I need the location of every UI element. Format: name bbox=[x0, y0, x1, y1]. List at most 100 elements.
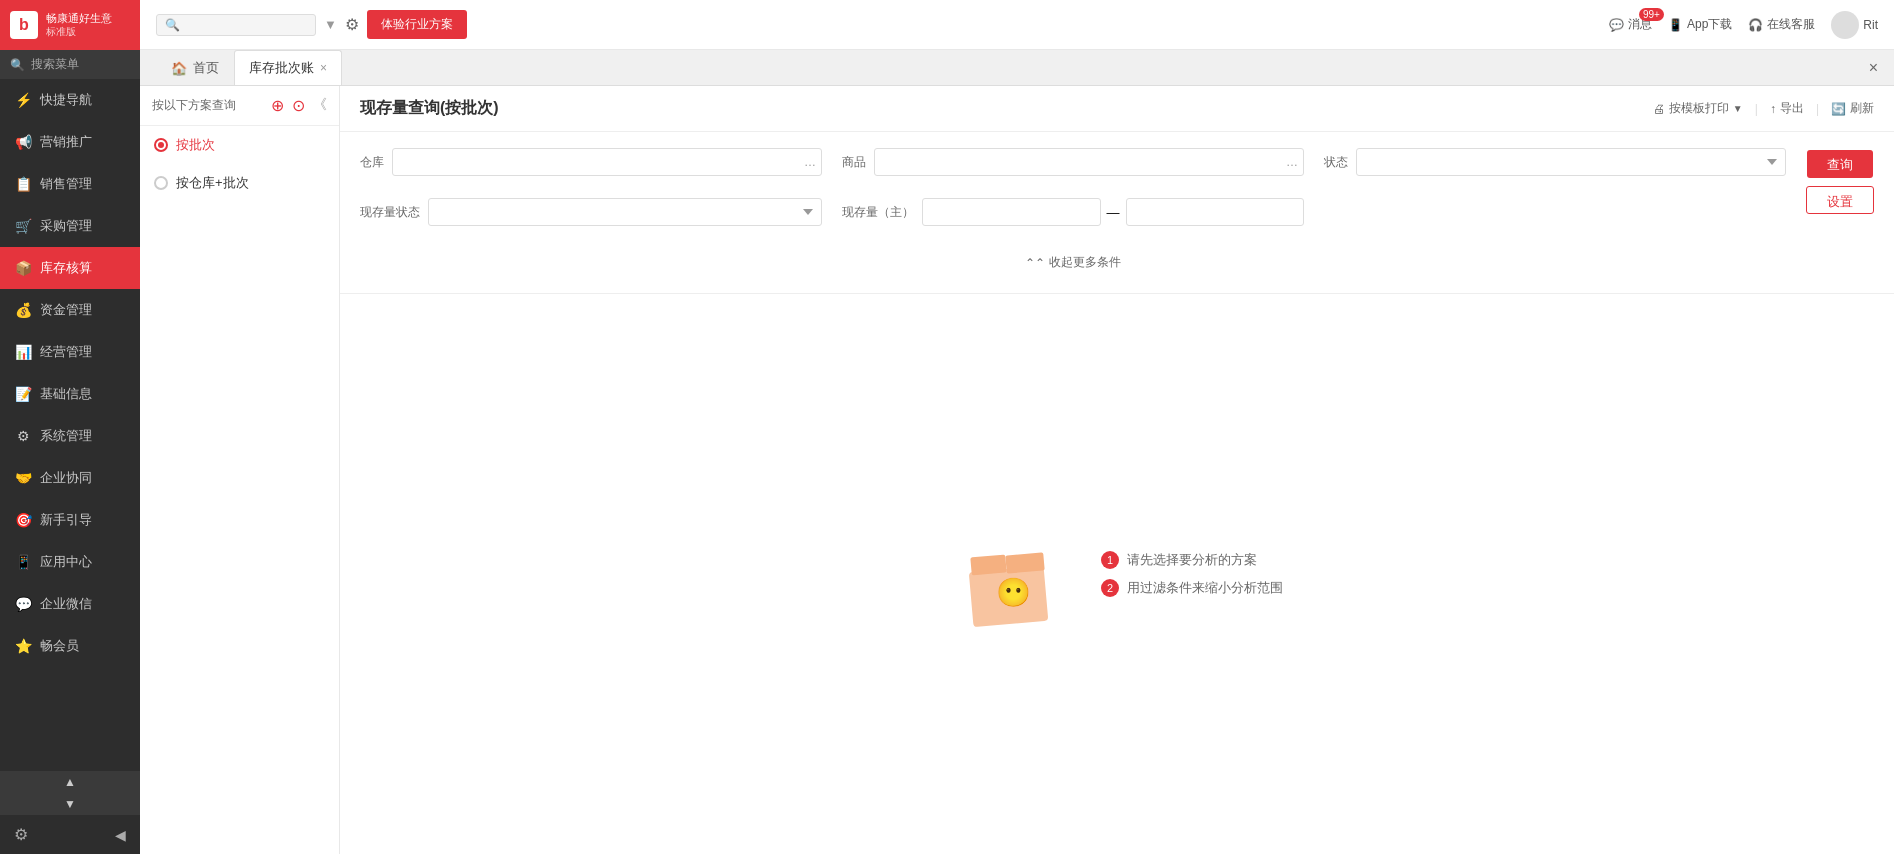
top-search-area[interactable]: 🔍 bbox=[156, 14, 316, 36]
sidebar-item-label: 销售管理 bbox=[40, 175, 92, 193]
add-filter-icon[interactable]: ⊕ bbox=[271, 96, 284, 115]
filter-item-batch[interactable]: 按批次 bbox=[140, 126, 339, 164]
action-divider2: | bbox=[1816, 102, 1819, 116]
tab-panel-close-btn[interactable]: × bbox=[1869, 59, 1878, 77]
stock-amount-to[interactable] bbox=[1126, 198, 1305, 226]
sidebar-item-sales[interactable]: 📋 销售管理 bbox=[0, 163, 140, 205]
top-search-icon: 🔍 bbox=[165, 18, 180, 32]
sidebar-item-quicknav[interactable]: ⚡ 快捷导航 bbox=[0, 79, 140, 121]
refresh-icon: 🔄 bbox=[1831, 102, 1846, 116]
operations-icon: 📊 bbox=[14, 343, 32, 361]
wechat-icon: 💬 bbox=[14, 595, 32, 613]
message-badge: 99+ bbox=[1639, 8, 1664, 21]
filter-label-batch: 按批次 bbox=[176, 136, 215, 154]
experience-btn[interactable]: 体验行业方案 bbox=[367, 10, 467, 39]
print-action[interactable]: 🖨 按模板打印 ▼ bbox=[1653, 100, 1743, 117]
settings-icon[interactable]: ⚙ bbox=[14, 825, 28, 844]
empty-state: 😶 1 请先选择要分析的方案 2 用过滤条件来缩小分析范围 bbox=[340, 294, 1894, 854]
main-area: 🔍 ▼ ⚙ 体验行业方案 💬 消息 99+ 📱 App下载 🎧 在线客服 Ri bbox=[140, 0, 1894, 854]
enterprise-icon: 🤝 bbox=[14, 469, 32, 487]
sidebar-item-label: 营销推广 bbox=[40, 133, 92, 151]
radio-batch bbox=[154, 138, 168, 152]
goods-input-wrap: … bbox=[874, 148, 1304, 176]
basics-icon: 📝 bbox=[14, 385, 32, 403]
app-download-area[interactable]: 📱 App下载 bbox=[1668, 16, 1732, 33]
user-avatar bbox=[1831, 11, 1859, 39]
goods-input[interactable] bbox=[874, 148, 1304, 176]
empty-tips: 1 请先选择要分析的方案 2 用过滤条件来缩小分析范围 bbox=[1101, 551, 1283, 597]
status-select[interactable] bbox=[1356, 148, 1786, 176]
warehouse-dots-icon[interactable]: … bbox=[804, 155, 816, 169]
tab-inventory-batch[interactable]: 库存批次账 × bbox=[234, 50, 342, 85]
settings-filter-icon[interactable]: ⊙ bbox=[292, 96, 305, 115]
sidebar-item-marketing[interactable]: 📢 营销推广 bbox=[0, 121, 140, 163]
sidebar-item-label: 应用中心 bbox=[40, 553, 92, 571]
export-action[interactable]: ↑ 导出 bbox=[1770, 100, 1804, 117]
settings-btn[interactable]: 设置 bbox=[1806, 186, 1874, 214]
print-dropdown-icon[interactable]: ▼ bbox=[1733, 103, 1743, 114]
online-service-label: 在线客服 bbox=[1767, 16, 1815, 33]
sidebar-search[interactable]: 🔍 搜索菜单 bbox=[0, 50, 140, 79]
sidebar-item-enterprise[interactable]: 🤝 企业协同 bbox=[0, 457, 140, 499]
field-stock-status: 现存量状态 bbox=[360, 198, 822, 226]
sidebar-item-inventory[interactable]: 📦 库存核算 bbox=[0, 247, 140, 289]
collapse-conditions-btn[interactable]: ⌃⌃ 收起更多条件 bbox=[360, 248, 1786, 277]
page-titlebar: 现存量查询(按批次) 🖨 按模板打印 ▼ | ↑ 导出 | 🔄 bbox=[340, 86, 1894, 132]
sidebar-scroll-down[interactable]: ▼ bbox=[0, 793, 140, 815]
sidebar-item-label: 基础信息 bbox=[40, 385, 92, 403]
online-service-area[interactable]: 🎧 在线客服 bbox=[1748, 16, 1815, 33]
refresh-action[interactable]: 🔄 刷新 bbox=[1831, 100, 1874, 117]
form-row-1: 仓库 … 商品 … bbox=[360, 148, 1786, 176]
message-area[interactable]: 💬 消息 99+ bbox=[1609, 16, 1652, 33]
member-icon: ⭐ bbox=[14, 637, 32, 655]
goods-dots-icon[interactable]: … bbox=[1286, 155, 1298, 169]
main-content: 现存量查询(按批次) 🖨 按模板打印 ▼ | ↑ 导出 | 🔄 bbox=[340, 86, 1894, 854]
system-icon: ⚙ bbox=[14, 427, 32, 445]
sidebar-item-label: 畅会员 bbox=[40, 637, 79, 655]
collapse-up-icon: ⌃⌃ bbox=[1025, 256, 1045, 270]
collapse-sidebar-icon[interactable]: ◀ bbox=[115, 827, 126, 843]
range-dash: — bbox=[1107, 205, 1120, 220]
stock-amount-label: 现存量（主） bbox=[842, 204, 914, 221]
empty-tip-2: 2 用过滤条件来缩小分析范围 bbox=[1101, 579, 1283, 597]
collapse-filter-icon[interactable]: 《 bbox=[313, 96, 327, 115]
warehouse-input[interactable] bbox=[392, 148, 822, 176]
sidebar-item-member[interactable]: ⭐ 畅会员 bbox=[0, 625, 140, 667]
stock-amount-from[interactable] bbox=[922, 198, 1101, 226]
dropdown-arrow-icon[interactable]: ▼ bbox=[324, 17, 337, 32]
sidebar-item-label: 资金管理 bbox=[40, 301, 92, 319]
tab-active-label: 库存批次账 bbox=[249, 59, 314, 77]
headset-icon: 🎧 bbox=[1748, 18, 1763, 32]
form-row-2: 现存量状态 现存量（主） — bbox=[360, 198, 1786, 226]
stock-status-select[interactable] bbox=[428, 198, 822, 226]
search-btn[interactable]: 查询 bbox=[1807, 150, 1873, 178]
page-title: 现存量查询(按批次) bbox=[360, 98, 499, 119]
sidebar-item-wechat[interactable]: 💬 企业微信 bbox=[0, 583, 140, 625]
warehouse-input-wrap: … bbox=[392, 148, 822, 176]
export-label: 导出 bbox=[1780, 100, 1804, 117]
sidebar-item-basics[interactable]: 📝 基础信息 bbox=[0, 373, 140, 415]
sidebar-item-finance[interactable]: 💰 资金管理 bbox=[0, 289, 140, 331]
sidebar-scroll-up[interactable]: ▲ bbox=[0, 771, 140, 793]
sidebar-item-operations[interactable]: 📊 经营管理 bbox=[0, 331, 140, 373]
filter-label-warehouse-batch: 按仓库+批次 bbox=[176, 174, 249, 192]
purchase-icon: 🛒 bbox=[14, 217, 32, 235]
svg-rect-1 bbox=[970, 554, 1006, 575]
topbar-left: 🔍 ▼ ⚙ 体验行业方案 bbox=[156, 10, 1597, 39]
gear-icon[interactable]: ⚙ bbox=[345, 15, 359, 34]
sidebar-item-appstore[interactable]: 📱 应用中心 bbox=[0, 541, 140, 583]
user-area[interactable]: Rit bbox=[1831, 11, 1878, 39]
field-goods: 商品 … bbox=[842, 148, 1304, 176]
stock-status-label: 现存量状态 bbox=[360, 204, 420, 221]
filter-item-warehouse-batch[interactable]: 按仓库+批次 bbox=[140, 164, 339, 202]
finance-icon: 💰 bbox=[14, 301, 32, 319]
filter-actions: ⊕ ⊙ 《 bbox=[271, 96, 327, 115]
svg-text:😶: 😶 bbox=[996, 576, 1031, 609]
tip-text-2: 用过滤条件来缩小分析范围 bbox=[1127, 579, 1283, 597]
tab-home[interactable]: 🏠 首页 bbox=[156, 50, 234, 85]
sidebar-item-purchase[interactable]: 🛒 采购管理 bbox=[0, 205, 140, 247]
sidebar-item-newguide[interactable]: 🎯 新手引导 bbox=[0, 499, 140, 541]
sidebar-item-system[interactable]: ⚙ 系统管理 bbox=[0, 415, 140, 457]
sidebar-item-label: 新手引导 bbox=[40, 511, 92, 529]
tab-close-btn[interactable]: × bbox=[320, 62, 327, 74]
